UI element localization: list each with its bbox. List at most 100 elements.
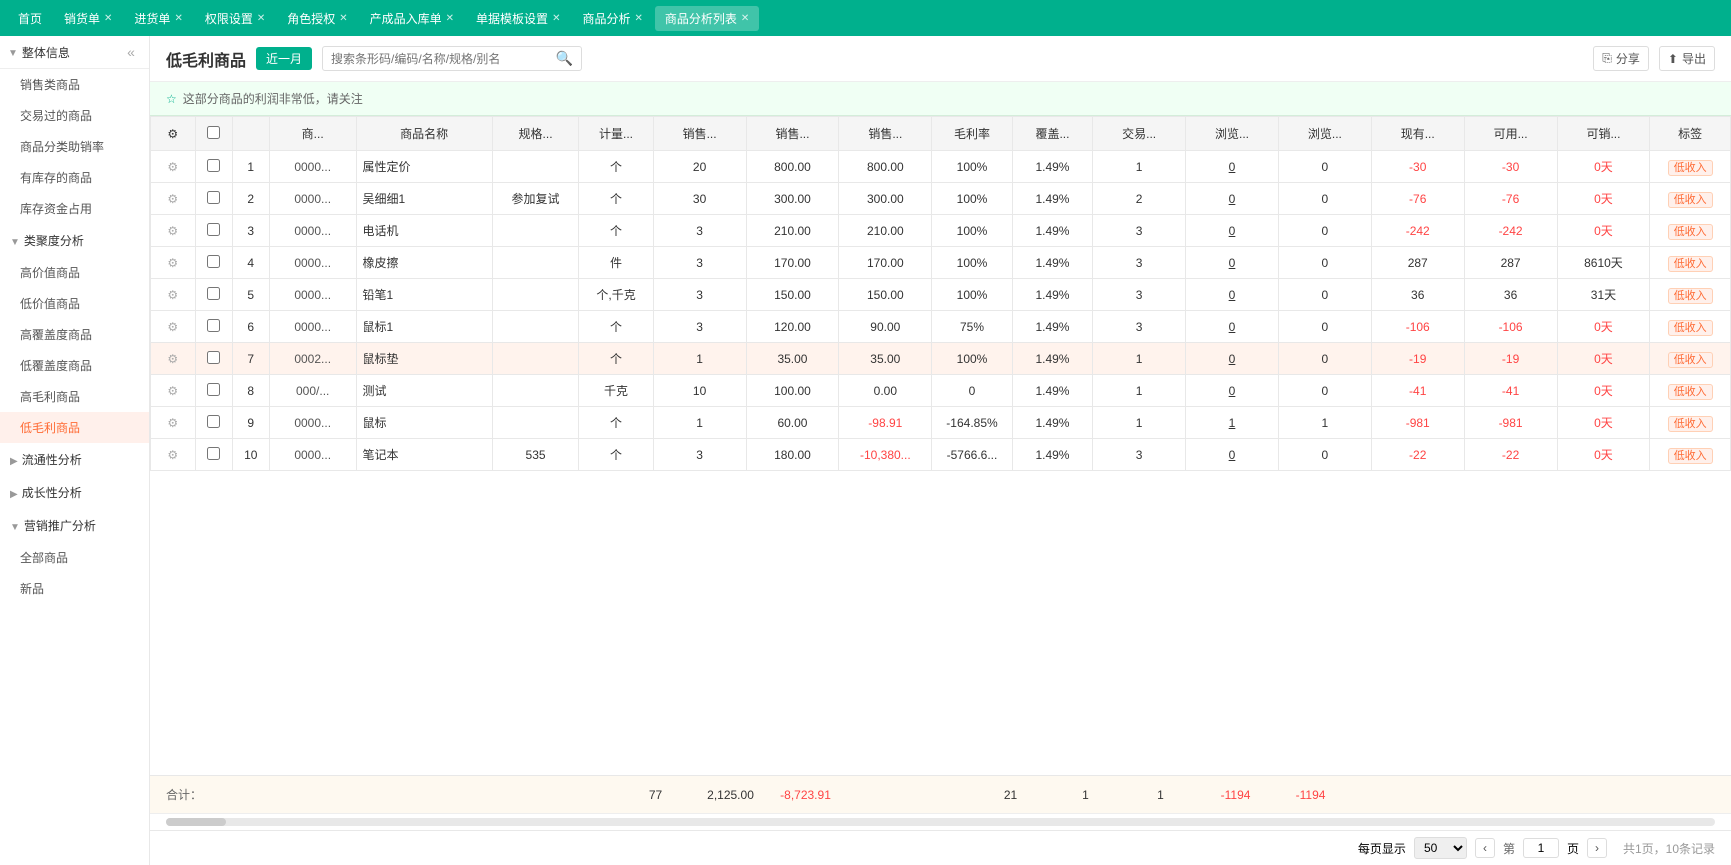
table-row[interactable]: ⚙ 1 0000... 属性定价 个 20 800.00 800.00 100%… [151,151,1731,183]
row-checkbox[interactable] [207,383,220,396]
sidebar-group-overall[interactable]: 整体信息 [8,44,70,61]
th-tag[interactable]: 标签 [1650,117,1731,151]
th-checkbox[interactable] [195,117,232,151]
cell-settings[interactable]: ⚙ [151,311,196,343]
cell-browse1[interactable]: 0 [1186,343,1279,375]
sidebar-group-circulation[interactable]: 流通性分析 [0,443,149,476]
th-spec[interactable]: 规格... [492,117,579,151]
nav-close-purchase[interactable]: ✕ [174,13,182,24]
cell-browse1[interactable]: 0 [1186,311,1279,343]
nav-template-settings[interactable]: 单据模板设置 ✕ [466,6,570,31]
sidebar-group-marketing[interactable]: 营销推广分析 [0,509,149,542]
nav-close-analysis-list[interactable]: ✕ [741,13,749,24]
nav-analysis-list[interactable]: 商品分析列表 ✕ [655,6,759,31]
row-checkbox[interactable] [207,447,220,460]
cell-browse1[interactable]: 0 [1186,151,1279,183]
nav-product-analysis[interactable]: 商品分析 ✕ [572,6,652,31]
cell-settings[interactable]: ⚙ [151,247,196,279]
th-current[interactable]: 现有... [1371,117,1464,151]
cell-browse1[interactable]: 0 [1186,215,1279,247]
scrollbar-thumb[interactable] [166,818,226,826]
table-row[interactable]: ⚙ 9 0000... 鼠标 个 1 60.00 -98.91 -164.85%… [151,407,1731,439]
table-row[interactable]: ⚙ 2 0000... 吴细细1 参加复试 个 30 300.00 300.00… [151,183,1731,215]
sidebar-item-sales-goods[interactable]: 销售类商品 [0,69,149,100]
sidebar-item-capital[interactable]: 库存资金占用 [0,193,149,224]
cell-checkbox[interactable] [195,151,232,183]
cell-browse1[interactable]: 0 [1186,375,1279,407]
table-row[interactable]: ⚙ 4 0000... 橡皮擦 件 3 170.00 170.00 100% 1… [151,247,1731,279]
cell-checkbox[interactable] [195,183,232,215]
sidebar-item-low-coverage[interactable]: 低覆盖度商品 [0,350,149,381]
cell-checkbox[interactable] [195,407,232,439]
th-sales-price[interactable]: 销售... [746,117,839,151]
th-coverage[interactable]: 覆盖... [1012,117,1092,151]
cell-settings[interactable]: ⚙ [151,279,196,311]
nav-purchase-order[interactable]: 进货单 ✕ [124,6,192,31]
sidebar-item-sales-rate[interactable]: 商品分类助销率 [0,131,149,162]
cell-browse1[interactable]: 0 [1186,439,1279,471]
sidebar-item-low-value[interactable]: 低价值商品 [0,288,149,319]
row-checkbox[interactable] [207,415,220,428]
sidebar-item-high-coverage[interactable]: 高覆盖度商品 [0,319,149,350]
cell-checkbox[interactable] [195,279,232,311]
search-icon[interactable]: 🔍 [556,50,573,67]
nav-close-sales[interactable]: ✕ [104,13,112,24]
row-checkbox[interactable] [207,319,220,332]
sidebar-collapse-btn[interactable] [121,42,141,62]
cell-settings[interactable]: ⚙ [151,215,196,247]
horizontal-scrollbar[interactable] [166,818,1715,826]
cell-settings[interactable]: ⚙ [151,183,196,215]
nav-close-permissions[interactable]: ✕ [257,13,265,24]
th-gross-rate[interactable]: 毛利率 [932,117,1012,151]
nav-close-role[interactable]: ✕ [339,13,347,24]
th-available[interactable]: 可用... [1464,117,1557,151]
row-checkbox[interactable] [207,223,220,236]
th-settings[interactable]: ⚙ [151,117,196,151]
row-checkbox[interactable] [207,351,220,364]
cell-settings[interactable]: ⚙ [151,151,196,183]
th-sellable[interactable]: 可销... [1557,117,1650,151]
table-row[interactable]: ⚙ 8 000/... 测试 千克 10 100.00 0.00 0 1.49%… [151,375,1731,407]
sidebar-item-high-value[interactable]: 高价值商品 [0,257,149,288]
export-btn[interactable]: ⬆ 导出 [1659,46,1715,71]
search-box[interactable]: 🔍 [322,46,582,71]
row-checkbox[interactable] [207,159,220,172]
cell-checkbox[interactable] [195,375,232,407]
table-row[interactable]: ⚙ 10 0000... 笔记本 535 个 3 180.00 -10,380.… [151,439,1731,471]
sidebar-group-cluster[interactable]: 类聚度分析 [0,224,149,257]
next-page-btn[interactable]: › [1587,838,1607,858]
cell-settings[interactable]: ⚙ [151,439,196,471]
page-number-input[interactable] [1523,838,1559,858]
cell-browse1[interactable]: 1 [1186,407,1279,439]
search-input[interactable] [331,52,551,66]
table-row[interactable]: ⚙ 5 0000... 铅笔1 个,千克 3 150.00 150.00 100… [151,279,1731,311]
cell-checkbox[interactable] [195,247,232,279]
th-name[interactable]: 商品名称 [356,117,492,151]
row-checkbox[interactable] [207,287,220,300]
select-all-checkbox[interactable] [207,126,220,139]
nav-role-auth[interactable]: 角色授权 ✕ [277,6,357,31]
sidebar-item-in-stock[interactable]: 有库存的商品 [0,162,149,193]
sidebar-item-traded-goods[interactable]: 交易过的商品 [0,100,149,131]
th-browse2[interactable]: 浏览... [1278,117,1371,151]
cell-settings[interactable]: ⚙ [151,343,196,375]
th-trade[interactable]: 交易... [1093,117,1186,151]
nav-home[interactable]: 首页 [8,6,52,31]
table-row[interactable]: ⚙ 3 0000... 电话机 个 3 210.00 210.00 100% 1… [151,215,1731,247]
sidebar-item-all-goods[interactable]: 全部商品 [0,542,149,573]
th-unit[interactable]: 计量... [579,117,653,151]
sidebar-item-new-goods[interactable]: 新品 [0,573,149,604]
nav-close-product-in[interactable]: ✕ [446,13,454,24]
row-checkbox[interactable] [207,191,220,204]
nav-sales-order[interactable]: 销货单 ✕ [54,6,122,31]
sidebar-item-low-margin[interactable]: 低毛利商品 [0,412,149,443]
cell-checkbox[interactable] [195,439,232,471]
share-btn[interactable]: ⎘ 分享 [1593,46,1649,71]
th-sales-amount[interactable]: 销售... [839,117,932,151]
cell-settings[interactable]: ⚙ [151,375,196,407]
sidebar-group-growth[interactable]: 成长性分析 [0,476,149,509]
cell-browse1[interactable]: 0 [1186,247,1279,279]
cell-checkbox[interactable] [195,215,232,247]
sidebar-item-high-margin[interactable]: 高毛利商品 [0,381,149,412]
cell-settings[interactable]: ⚙ [151,407,196,439]
